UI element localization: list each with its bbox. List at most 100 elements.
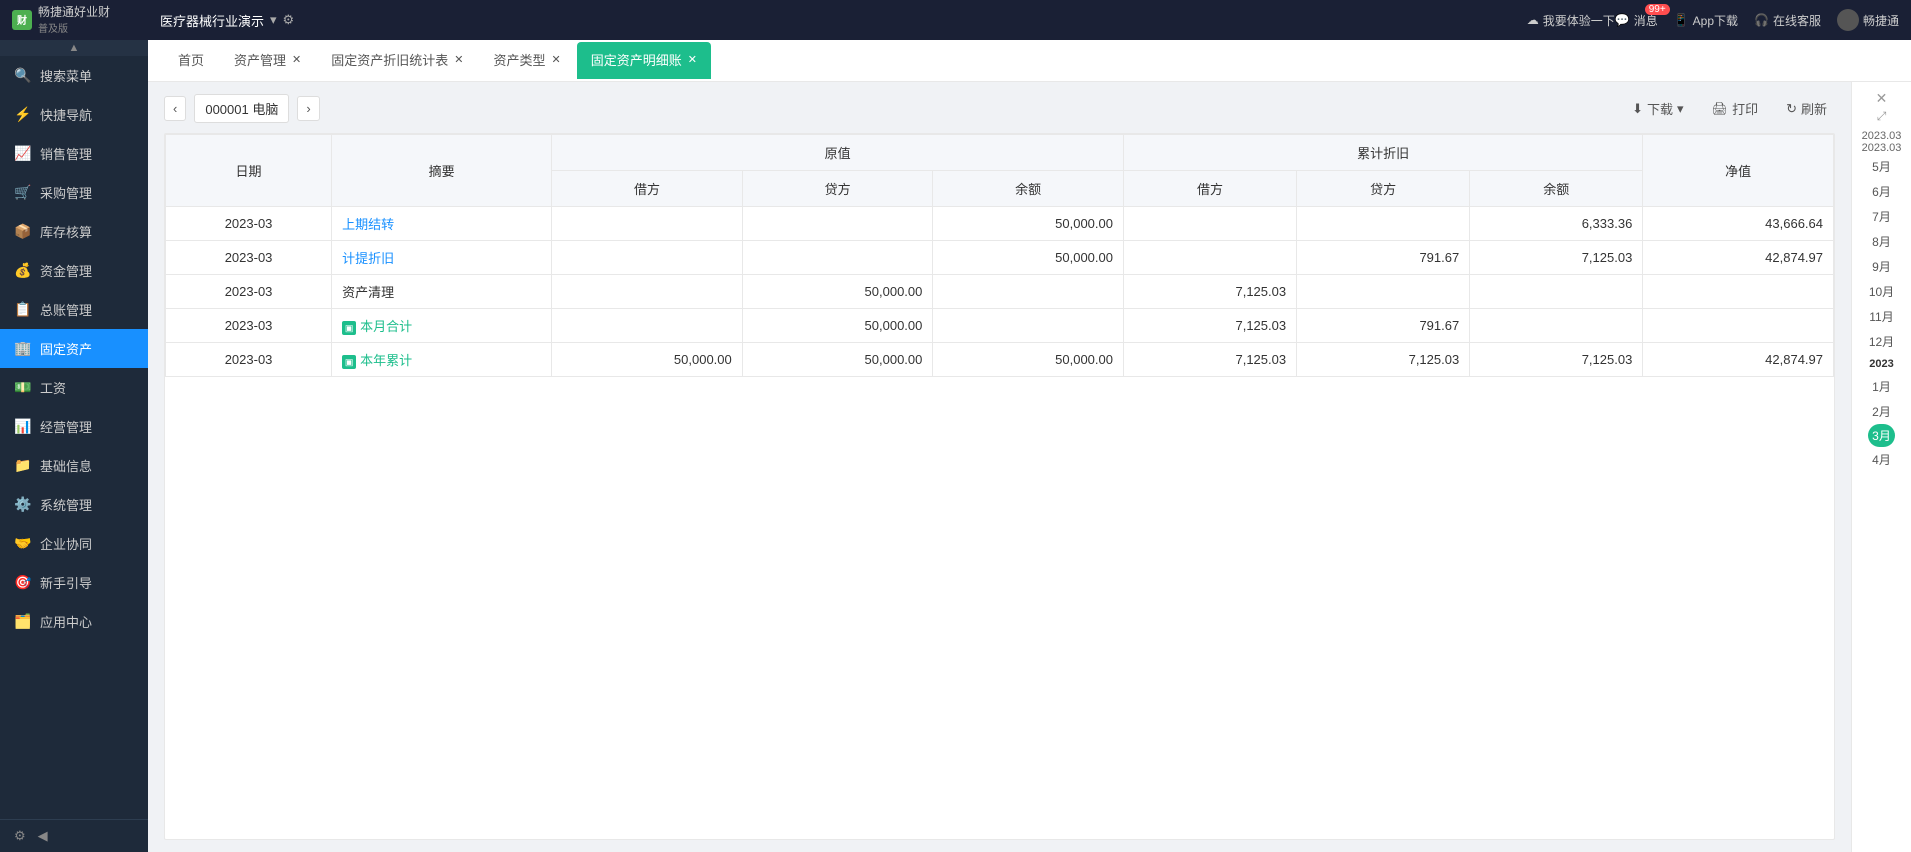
th-orig-debit: 借方 — [552, 171, 743, 207]
company-selector[interactable]: 医疗器械行业演示 ▾ ⚙ — [160, 11, 1507, 30]
sidebar-item-quick[interactable]: ⚡快捷导航 — [0, 95, 148, 134]
tab-depreciation_table[interactable]: 固定资产折旧统计表✕ — [317, 42, 477, 79]
th-dep-balance: 余额 — [1470, 171, 1643, 207]
th-date: 日期 — [166, 135, 332, 207]
cell-summary-2: 资产清理 — [332, 275, 552, 309]
sidebar-item-wages[interactable]: 💵工资 — [0, 368, 148, 407]
settings-footer-btn[interactable]: ⚙ — [14, 828, 26, 844]
company-settings-icon[interactable]: ⚙ — [283, 12, 295, 28]
month-item-11月[interactable]: 11月 — [1869, 304, 1894, 329]
user-area[interactable]: 畅捷通 — [1837, 9, 1899, 31]
username-label: 畅捷通 — [1863, 12, 1899, 29]
month-item-9月[interactable]: 9月 — [1869, 254, 1894, 279]
month-item-10月[interactable]: 10月 — [1869, 279, 1894, 304]
sidebar-item-funds[interactable]: 💰资金管理 — [0, 251, 148, 290]
month-item-6月[interactable]: 6月 — [1869, 179, 1894, 204]
download-label: 下载 — [1647, 99, 1673, 118]
next-btn[interactable]: › — [297, 96, 319, 121]
tab-label-home: 首页 — [178, 50, 204, 69]
month-item-7月[interactable]: 7月 — [1869, 204, 1894, 229]
cell-orig-balance-1: 50,000.00 — [933, 241, 1124, 275]
refresh-icon: ↻ — [1786, 101, 1797, 117]
year-label-top1: 2023.03 — [1862, 130, 1902, 142]
cell-dep-debit-1 — [1123, 241, 1296, 275]
cell-orig-balance-2 — [933, 275, 1124, 309]
system-icon: ⚙️ — [14, 496, 32, 514]
sidebar-item-guide[interactable]: 🎯新手引导 — [0, 563, 148, 602]
month-item-12月[interactable]: 12月 — [1869, 329, 1894, 354]
page-content: ‹ 000001 电脑 › ⬇ 下载 ▾ 🖨 打印 — [148, 82, 1911, 852]
cell-dep-debit-4: 7,125.03 — [1123, 343, 1296, 377]
month-2023-4月[interactable]: 4月 — [1862, 447, 1901, 472]
sidebar-label-search: 搜索菜单 — [40, 66, 92, 85]
logo-name: 畅捷通好业财 — [38, 5, 110, 19]
month-2023-3月[interactable]: 3月 — [1868, 424, 1895, 447]
sidebar-item-app_center[interactable]: 🗂️应用中心 — [0, 602, 148, 641]
th-orig-balance: 余额 — [933, 171, 1124, 207]
right-panel-close-icon[interactable]: ✕ — [1876, 90, 1888, 107]
print-label: 打印 — [1732, 99, 1758, 118]
tab-label-asset_mgmt: 资产管理 — [234, 50, 286, 69]
sidebar-item-basic[interactable]: 📁基础信息 — [0, 446, 148, 485]
print-icon: 🖨 — [1712, 101, 1729, 117]
app-download-btn[interactable]: 📱 App下载 — [1674, 12, 1738, 29]
sidebar-item-purchase[interactable]: 🛒采购管理 — [0, 173, 148, 212]
cell-orig-credit-2: 50,000.00 — [742, 275, 933, 309]
tab-asset_detail[interactable]: 固定资产明细账✕ — [577, 42, 711, 79]
operation-icon: 📊 — [14, 418, 32, 436]
sidebar-item-ledger[interactable]: 📋总账管理 — [0, 290, 148, 329]
sidebar-item-enterprise[interactable]: 🤝企业协同 — [0, 524, 148, 563]
tab-close-asset_mgmt[interactable]: ✕ — [292, 53, 301, 66]
print-btn[interactable]: 🖨 打印 — [1704, 95, 1767, 122]
table-wrapper: 日期 摘要 原值 累计折旧 净值 借方 贷方 余额 借方 — [164, 133, 1835, 840]
download-btn[interactable]: ⬇ 下载 ▾ — [1624, 95, 1691, 122]
sidebar-item-search[interactable]: 🔍搜索菜单 — [0, 56, 148, 95]
sidebar-label-operation: 经营管理 — [40, 417, 92, 436]
tab-asset_type[interactable]: 资产类型 ✕ — [479, 42, 574, 79]
top-header: 财 畅捷通好业财 普及版 医疗器械行业演示 ▾ ⚙ ☁ 我要体验一下 💬 消息 … — [0, 0, 1911, 40]
message-btn[interactable]: 💬 消息 99+ — [1615, 12, 1658, 29]
sidebar-item-sales[interactable]: 📈销售管理 — [0, 134, 148, 173]
tab-asset_mgmt[interactable]: 资产管理 ✕ — [220, 42, 315, 79]
download-dropdown-icon: ▾ — [1677, 101, 1684, 117]
cell-orig-debit-1 — [552, 241, 743, 275]
tab-label-asset_type: 资产类型 — [493, 50, 545, 69]
right-panel-header: ✕ ⤢ — [1876, 90, 1888, 124]
tab-close-asset_detail[interactable]: ✕ — [688, 53, 697, 66]
sidebar-scroll-up[interactable]: ▲ — [0, 40, 148, 56]
sidebar-item-operation[interactable]: 📊 经营管理 — [0, 407, 148, 446]
refresh-btn[interactable]: ↻ 刷新 — [1778, 95, 1835, 122]
right-panel: ✕ ⤢ 2023.03 2023.03 5月6月7月8月9月10月11月12月 … — [1851, 82, 1911, 852]
sidebar-label-guide: 新手引导 — [40, 573, 92, 592]
online-service-label: 在线客服 — [1773, 12, 1821, 29]
month-2023-1月[interactable]: 1月 — [1862, 374, 1901, 399]
sidebar-item-inventory[interactable]: 📦库存核算 — [0, 212, 148, 251]
sidebar-item-system[interactable]: ⚙️系统管理 — [0, 485, 148, 524]
company-dropdown-icon[interactable]: ▾ — [270, 12, 277, 28]
month-2023-2月[interactable]: 2月 — [1862, 399, 1901, 424]
prev-btn[interactable]: ‹ — [164, 96, 186, 121]
cell-summary-0: 上期结转 — [332, 207, 552, 241]
table-row: 2023-03 ▣本年累计 50,000.00 50,000.00 50,000… — [166, 343, 1834, 377]
tab-close-depreciation_table[interactable]: ✕ — [454, 53, 463, 66]
cell-orig-credit-3: 50,000.00 — [742, 309, 933, 343]
collapse-footer-btn[interactable]: ◀ — [38, 828, 48, 844]
service-icon: 🎧 — [1754, 13, 1769, 27]
cell-orig-balance-0: 50,000.00 — [933, 207, 1124, 241]
sidebar-item-fixed[interactable]: 🏢固定资产 — [0, 329, 148, 368]
month-item-8月[interactable]: 8月 — [1869, 229, 1894, 254]
cell-orig-debit-3 — [552, 309, 743, 343]
month-item-5月[interactable]: 5月 — [1869, 154, 1894, 179]
table-row: 2023-03 计提折旧 50,000.00 791.67 7,125.03 4… — [166, 241, 1834, 275]
cell-summary-3: ▣本月合计 — [332, 309, 552, 343]
inventory-icon: 📦 — [14, 223, 32, 241]
online-service-btn[interactable]: 🎧 在线客服 — [1754, 12, 1821, 29]
cell-dep-credit-2 — [1297, 275, 1470, 309]
cloud-icon: ☁ — [1527, 13, 1539, 27]
cell-orig-credit-0 — [742, 207, 933, 241]
tab-home[interactable]: 首页 — [164, 42, 218, 79]
experience-btn[interactable]: ☁ 我要体验一下 — [1527, 12, 1615, 29]
tab-close-asset_type[interactable]: ✕ — [552, 53, 561, 66]
right-panel-expand-icon[interactable]: ⤢ — [1877, 109, 1887, 124]
logo-icon: 财 — [12, 10, 32, 30]
